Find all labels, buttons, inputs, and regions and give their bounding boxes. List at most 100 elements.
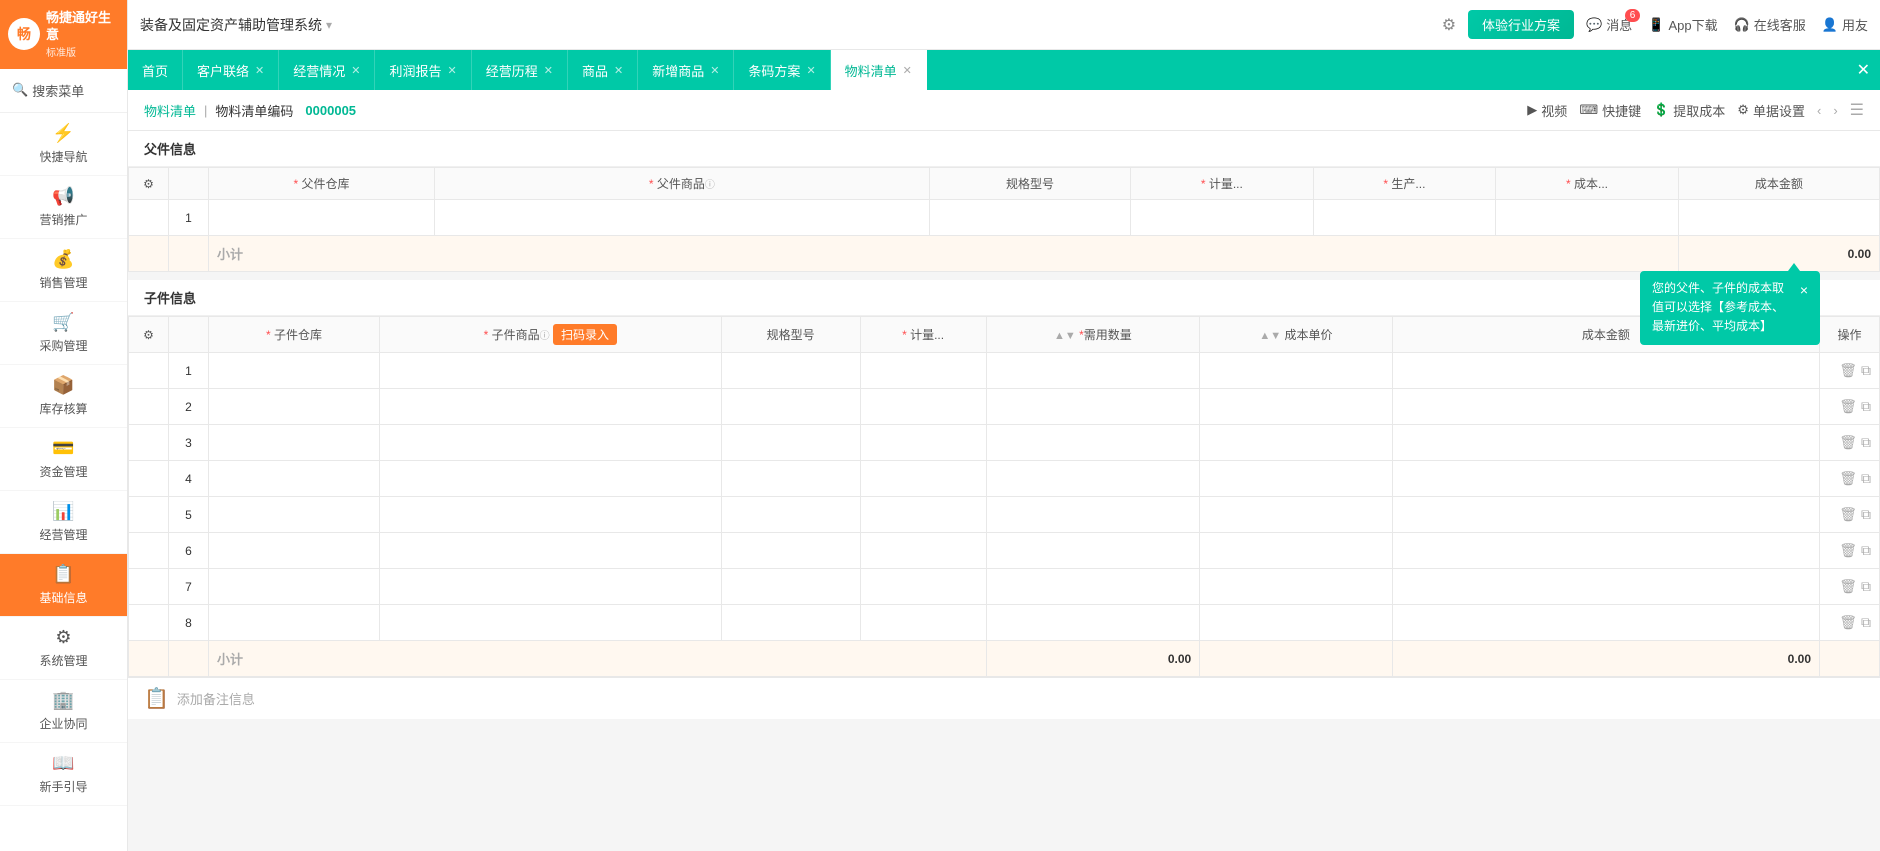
child-row-unit-cost[interactable] [1200,425,1393,461]
child-row-spec[interactable] [721,389,860,425]
child-row-spec[interactable] [721,353,860,389]
child-row-goods[interactable] [379,497,721,533]
sidebar-item-sales[interactable]: 💰 销售管理 [0,239,127,302]
tab-ops-status[interactable]: 经营情况 ✕ [279,50,375,90]
sidebar-item-quick-nav[interactable]: ⚡ 快捷导航 [0,113,127,176]
tab-close-icon[interactable]: ✕ [351,64,360,77]
child-row-warehouse[interactable] [209,569,380,605]
child-row-spec[interactable] [721,425,860,461]
copy-row-icon[interactable]: ⧉ [1861,434,1871,451]
copy-row-icon[interactable]: ⧉ [1861,614,1871,631]
tab-profit-report[interactable]: 利润报告 ✕ [375,50,471,90]
online-service-button[interactable]: 🎧 在线客服 [1734,15,1806,34]
parent-row-cost[interactable] [1496,200,1679,236]
breadcrumb-list-link[interactable]: 物料清单 [144,101,196,120]
child-row-quantity[interactable] [986,389,1200,425]
tab-home[interactable]: 首页 [128,50,183,90]
child-row-quantity[interactable] [986,425,1200,461]
parent-row-unit[interactable] [1131,200,1314,236]
sidebar-item-operations[interactable]: 📊 经营管理 [0,491,127,554]
copy-row-icon[interactable]: ⧉ [1861,542,1871,559]
child-row-unit-cost[interactable] [1200,353,1393,389]
child-row-unit[interactable] [860,569,986,605]
child-row-quantity[interactable] [986,569,1200,605]
tab-goods[interactable]: 商品 ✕ [568,50,638,90]
child-row-quantity[interactable] [986,497,1200,533]
copy-row-icon[interactable]: ⧉ [1861,362,1871,379]
copy-row-icon[interactable]: ⧉ [1861,578,1871,595]
child-row-quantity[interactable] [986,533,1200,569]
child-row-quantity[interactable] [986,605,1200,641]
sidebar-item-system[interactable]: ⚙ 系统管理 [0,617,127,680]
child-row-unit[interactable] [860,425,986,461]
child-row-spec[interactable] [721,533,860,569]
parent-row-goods[interactable] [434,200,929,236]
sidebar-item-purchase[interactable]: 🛒 采购管理 [0,302,127,365]
tab-close-icon[interactable]: ✕ [614,64,623,77]
trial-button[interactable]: 体验行业方案 [1468,10,1574,39]
child-row-spec[interactable] [721,461,860,497]
delete-row-icon[interactable]: 🗑 [1839,542,1857,559]
pagination-prev[interactable]: ‹ [1817,103,1821,118]
tab-close-icon[interactable]: ✕ [710,64,719,77]
sidebar-item-basic-info[interactable]: 📋 基础信息 [0,554,127,617]
child-row-spec[interactable] [721,605,860,641]
child-row-unit[interactable] [860,461,986,497]
message-button[interactable]: 💬 消息 6 [1586,15,1632,34]
delete-row-icon[interactable]: 🗑 [1839,470,1857,487]
tab-customer[interactable]: 客户联络 ✕ [183,50,279,90]
child-row-unit-cost[interactable] [1200,533,1393,569]
child-row-unit[interactable] [860,353,986,389]
tab-close-icon[interactable]: ✕ [544,64,553,77]
search-menu-button[interactable]: 🔍 搜索菜单 [8,77,119,104]
sidebar-search[interactable]: 🔍 搜索菜单 [0,69,127,113]
child-row-warehouse[interactable] [209,533,380,569]
child-row-quantity[interactable] [986,353,1200,389]
child-row-unit-cost[interactable] [1200,605,1393,641]
sidebar-item-enterprise[interactable]: 🏢 企业协同 [0,680,127,743]
copy-row-icon[interactable]: ⧉ [1861,470,1871,487]
child-row-unit[interactable] [860,497,986,533]
child-row-unit-cost[interactable] [1200,569,1393,605]
tab-close-icon[interactable]: ✕ [806,64,815,77]
view-toggle-icon[interactable]: ☰ [1850,100,1864,120]
child-row-unit-cost[interactable] [1200,497,1393,533]
child-row-spec[interactable] [721,497,860,533]
copy-row-icon[interactable]: ⧉ [1861,398,1871,415]
settings-icon[interactable]: ⚙ [1442,15,1456,35]
child-row-goods[interactable] [379,389,721,425]
child-row-unit[interactable] [860,389,986,425]
sidebar-item-inventory[interactable]: 📦 库存核算 [0,365,127,428]
sidebar-item-finance[interactable]: 💳 资金管理 [0,428,127,491]
child-row-warehouse[interactable] [209,353,380,389]
child-row-warehouse[interactable] [209,389,380,425]
child-row-goods[interactable] [379,425,721,461]
delete-row-icon[interactable]: 🗑 [1839,506,1857,523]
child-row-goods[interactable] [379,533,721,569]
child-row-warehouse[interactable] [209,605,380,641]
close-all-tabs-button[interactable]: ✕ [1847,60,1880,80]
copy-row-icon[interactable]: ⧉ [1861,506,1871,523]
scan-input-button[interactable]: 扫码录入 [553,324,617,345]
child-row-unit[interactable] [860,605,986,641]
child-row-goods[interactable] [379,461,721,497]
tab-bom[interactable]: 物料清单 ✕ [831,50,927,90]
system-dropdown-icon[interactable]: ▾ [326,18,332,32]
parent-row-warehouse[interactable] [209,200,435,236]
delete-row-icon[interactable]: 🗑 [1839,434,1857,451]
parent-row-production[interactable] [1313,200,1496,236]
tab-close-icon[interactable]: ✕ [448,64,457,77]
single-settings-button[interactable]: ⚙ 单据设置 [1737,101,1805,120]
child-row-warehouse[interactable] [209,425,380,461]
child-row-warehouse[interactable] [209,461,380,497]
delete-row-icon[interactable]: 🗑 [1839,578,1857,595]
tab-close-icon[interactable]: ✕ [903,64,912,77]
child-row-goods[interactable] [379,605,721,641]
sidebar-item-marketing[interactable]: 📢 营销推广 [0,176,127,239]
delete-row-icon[interactable]: 🗑 [1839,398,1857,415]
tab-barcode[interactable]: 条码方案 ✕ [734,50,830,90]
child-row-goods[interactable] [379,569,721,605]
tab-ops-history[interactable]: 经营历程 ✕ [472,50,568,90]
child-row-unit-cost[interactable] [1200,389,1393,425]
child-row-unit-cost[interactable] [1200,461,1393,497]
